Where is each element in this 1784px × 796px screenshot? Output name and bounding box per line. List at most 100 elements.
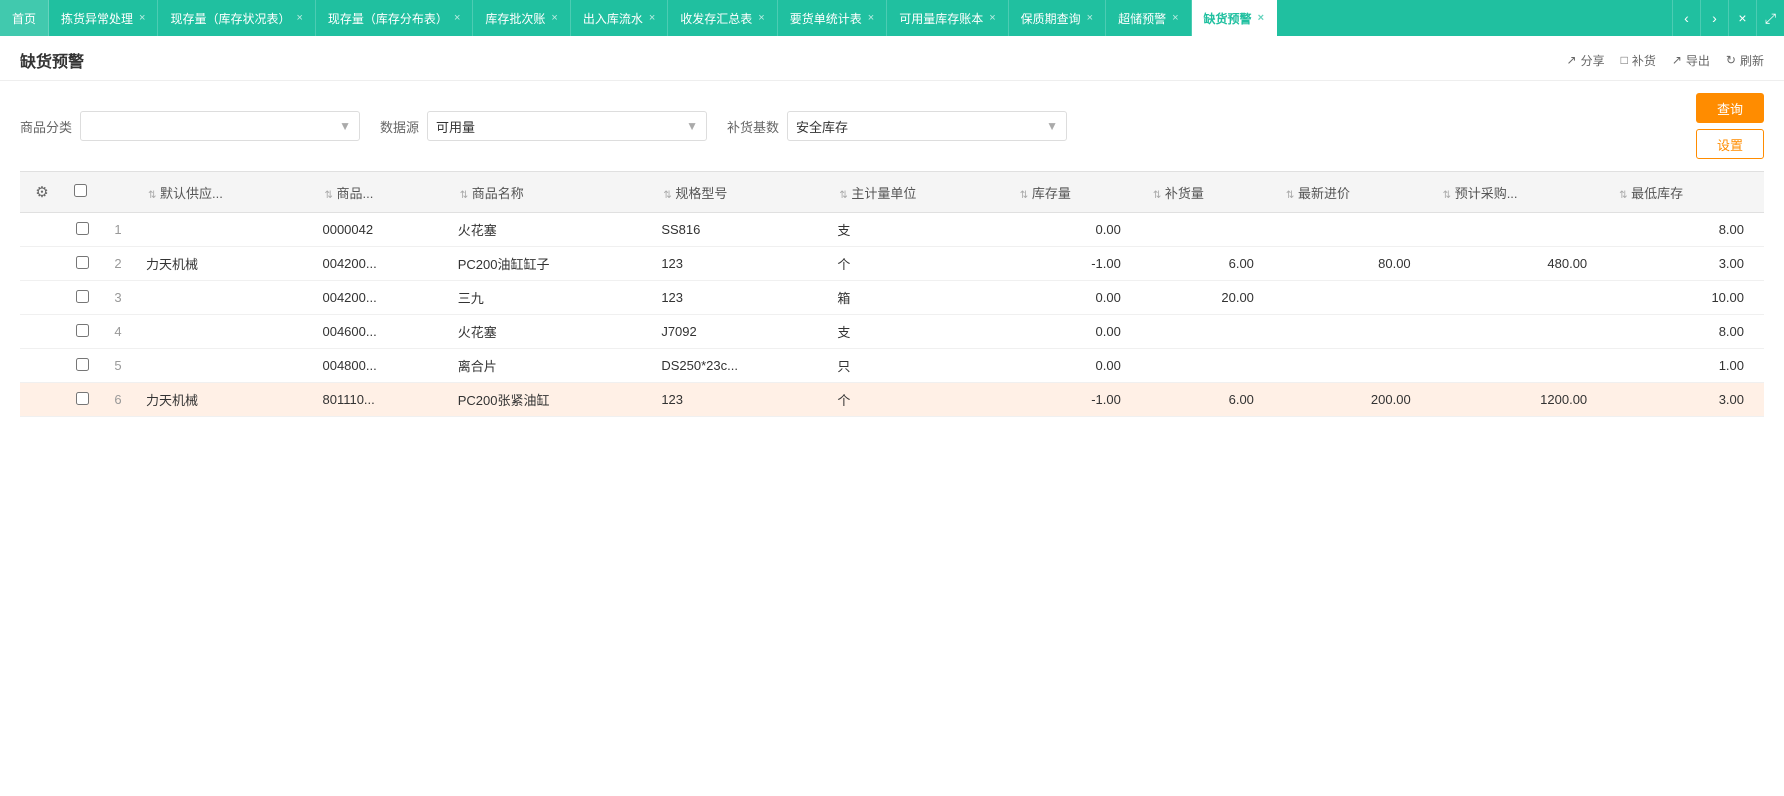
close-icon[interactable]: ×: [649, 12, 655, 24]
est-purchase-sort-icon: ⇅: [1443, 190, 1451, 201]
row-min-stock: 8.00: [1607, 213, 1764, 247]
table-row: 3 004200... 三九 123 箱 0.00 20.00 10.00: [20, 281, 1764, 315]
row-checkbox[interactable]: [76, 222, 89, 235]
share-button[interactable]: ↗ 分享: [1567, 52, 1605, 69]
row-replenish: [1141, 315, 1274, 349]
gear-icon[interactable]: ⚙: [30, 180, 54, 204]
select-all-checkbox[interactable]: [74, 184, 87, 197]
chevron-down-icon: ▼: [686, 119, 698, 133]
row-spec: SS816: [651, 213, 827, 247]
row-product-name: PC200油缸缸子: [448, 247, 652, 281]
nav-prev-button[interactable]: ‹: [1672, 0, 1700, 36]
query-button[interactable]: 查询: [1696, 93, 1764, 123]
min-stock-sort-icon: ⇅: [1619, 190, 1627, 201]
refresh-button[interactable]: ↻ 刷新: [1726, 52, 1764, 69]
row-min-stock: 8.00: [1607, 315, 1764, 349]
tab-inventory-dist[interactable]: 现存量（库存分布表） ×: [316, 0, 473, 36]
refresh-icon: ↻: [1726, 53, 1736, 67]
latest-price-column-header: ⇅ 最新进价: [1274, 172, 1431, 213]
settings-column-header: ⚙: [20, 172, 64, 213]
row-est-purchase: [1431, 213, 1607, 247]
row-checkbox-cell: [64, 315, 100, 349]
row-unit: 只: [827, 349, 1007, 383]
close-icon[interactable]: ×: [454, 12, 460, 24]
replenish-sort-icon: ⇅: [1153, 190, 1161, 201]
table-row: 2 力天机械 004200... PC200油缸缸子 123 个 -1.00 6…: [20, 247, 1764, 281]
nav-controls: ‹ › × ⤢: [1672, 0, 1784, 36]
tab-shortage-warning[interactable]: 缺货预警 ×: [1192, 0, 1277, 36]
tab-inout-flow[interactable]: 出入库流水 ×: [571, 0, 668, 36]
table-header-row: ⚙ ⇅ 默认供应... ⇅ 商品... ⇅: [20, 172, 1764, 213]
tab-inventory-status[interactable]: 现存量（库存状况表） ×: [158, 0, 315, 36]
tab-available-ledger[interactable]: 可用量库存账本 ×: [887, 0, 1008, 36]
row-latest-price: [1274, 315, 1431, 349]
nav-next-button[interactable]: ›: [1700, 0, 1728, 36]
row-product-name: 离合片: [448, 349, 652, 383]
row-index: 6: [100, 383, 136, 417]
close-icon[interactable]: ×: [868, 12, 874, 24]
close-icon[interactable]: ×: [1258, 12, 1264, 24]
tab-overstock-warning[interactable]: 超储预警 ×: [1106, 0, 1191, 36]
row-checkbox[interactable]: [76, 358, 89, 371]
row-latest-price: 200.00: [1274, 383, 1431, 417]
row-supplier: 力天机械: [136, 383, 312, 417]
row-est-purchase: 480.00: [1431, 247, 1607, 281]
tab-summary[interactable]: 收发存汇总表 ×: [668, 0, 777, 36]
row-settings-cell: [20, 213, 64, 247]
row-stock: 0.00: [1008, 349, 1141, 383]
table-container: ⚙ ⇅ 默认供应... ⇅ 商品... ⇅: [0, 171, 1784, 417]
product-code-sort-icon: ⇅: [324, 190, 332, 201]
row-replenish: [1141, 213, 1274, 247]
close-icon[interactable]: ×: [139, 12, 145, 24]
unit-sort-icon: ⇅: [839, 190, 847, 201]
row-index: 3: [100, 281, 136, 315]
nav-expand-button[interactable]: ⤢: [1756, 0, 1784, 36]
close-icon[interactable]: ×: [758, 12, 764, 24]
row-checkbox[interactable]: [76, 290, 89, 303]
settings-button[interactable]: 设置: [1696, 129, 1764, 159]
close-icon[interactable]: ×: [296, 12, 302, 24]
row-supplier: [136, 281, 312, 315]
row-latest-price: [1274, 213, 1431, 247]
row-checkbox[interactable]: [76, 324, 89, 337]
row-supplier: [136, 315, 312, 349]
row-spec: 123: [651, 383, 827, 417]
row-min-stock: 3.00: [1607, 247, 1764, 281]
datasource-label: 数据源: [380, 117, 419, 136]
row-stock: 0.00: [1008, 213, 1141, 247]
nav-close-button[interactable]: ×: [1728, 0, 1756, 36]
replenish-button[interactable]: □ 补货: [1621, 52, 1656, 69]
row-checkbox[interactable]: [76, 256, 89, 269]
row-unit: 个: [827, 383, 1007, 417]
chevron-down-icon: ▼: [1046, 119, 1058, 133]
close-icon[interactable]: ×: [1172, 12, 1178, 24]
tab-picking-exception[interactable]: 拣货异常处理 ×: [49, 0, 158, 36]
row-checkbox[interactable]: [76, 392, 89, 405]
row-settings-cell: [20, 281, 64, 315]
row-min-stock: 3.00: [1607, 383, 1764, 417]
close-icon[interactable]: ×: [989, 12, 995, 24]
datasource-select[interactable]: 可用量 ▼: [427, 111, 707, 141]
share-icon: ↗: [1567, 53, 1577, 67]
spec-sort-icon: ⇅: [663, 190, 671, 201]
row-index: 4: [100, 315, 136, 349]
supplier-column-header: ⇅ 默认供应...: [136, 172, 312, 213]
row-index: 1: [100, 213, 136, 247]
category-select[interactable]: ▼: [80, 111, 360, 141]
tab-batch-account[interactable]: 库存批次账 ×: [473, 0, 570, 36]
replenish-base-select[interactable]: 安全库存 ▼: [787, 111, 1067, 141]
row-product-code: 004200...: [312, 281, 447, 315]
export-button[interactable]: ↗ 导出: [1672, 52, 1710, 69]
row-spec: J7092: [651, 315, 827, 349]
row-est-purchase: 1200.00: [1431, 383, 1607, 417]
tab-home[interactable]: 首页: [0, 0, 49, 36]
row-est-purchase: [1431, 349, 1607, 383]
tab-order-stats[interactable]: 要货单统计表 ×: [778, 0, 887, 36]
row-product-name: 火花塞: [448, 213, 652, 247]
tab-expiry-query[interactable]: 保质期查询 ×: [1009, 0, 1106, 36]
spec-column-header: ⇅ 规格型号: [651, 172, 827, 213]
table-row: 5 004800... 离合片 DS250*23c... 只 0.00 1.00: [20, 349, 1764, 383]
row-settings-cell: [20, 315, 64, 349]
close-icon[interactable]: ×: [551, 12, 557, 24]
close-icon[interactable]: ×: [1087, 12, 1093, 24]
